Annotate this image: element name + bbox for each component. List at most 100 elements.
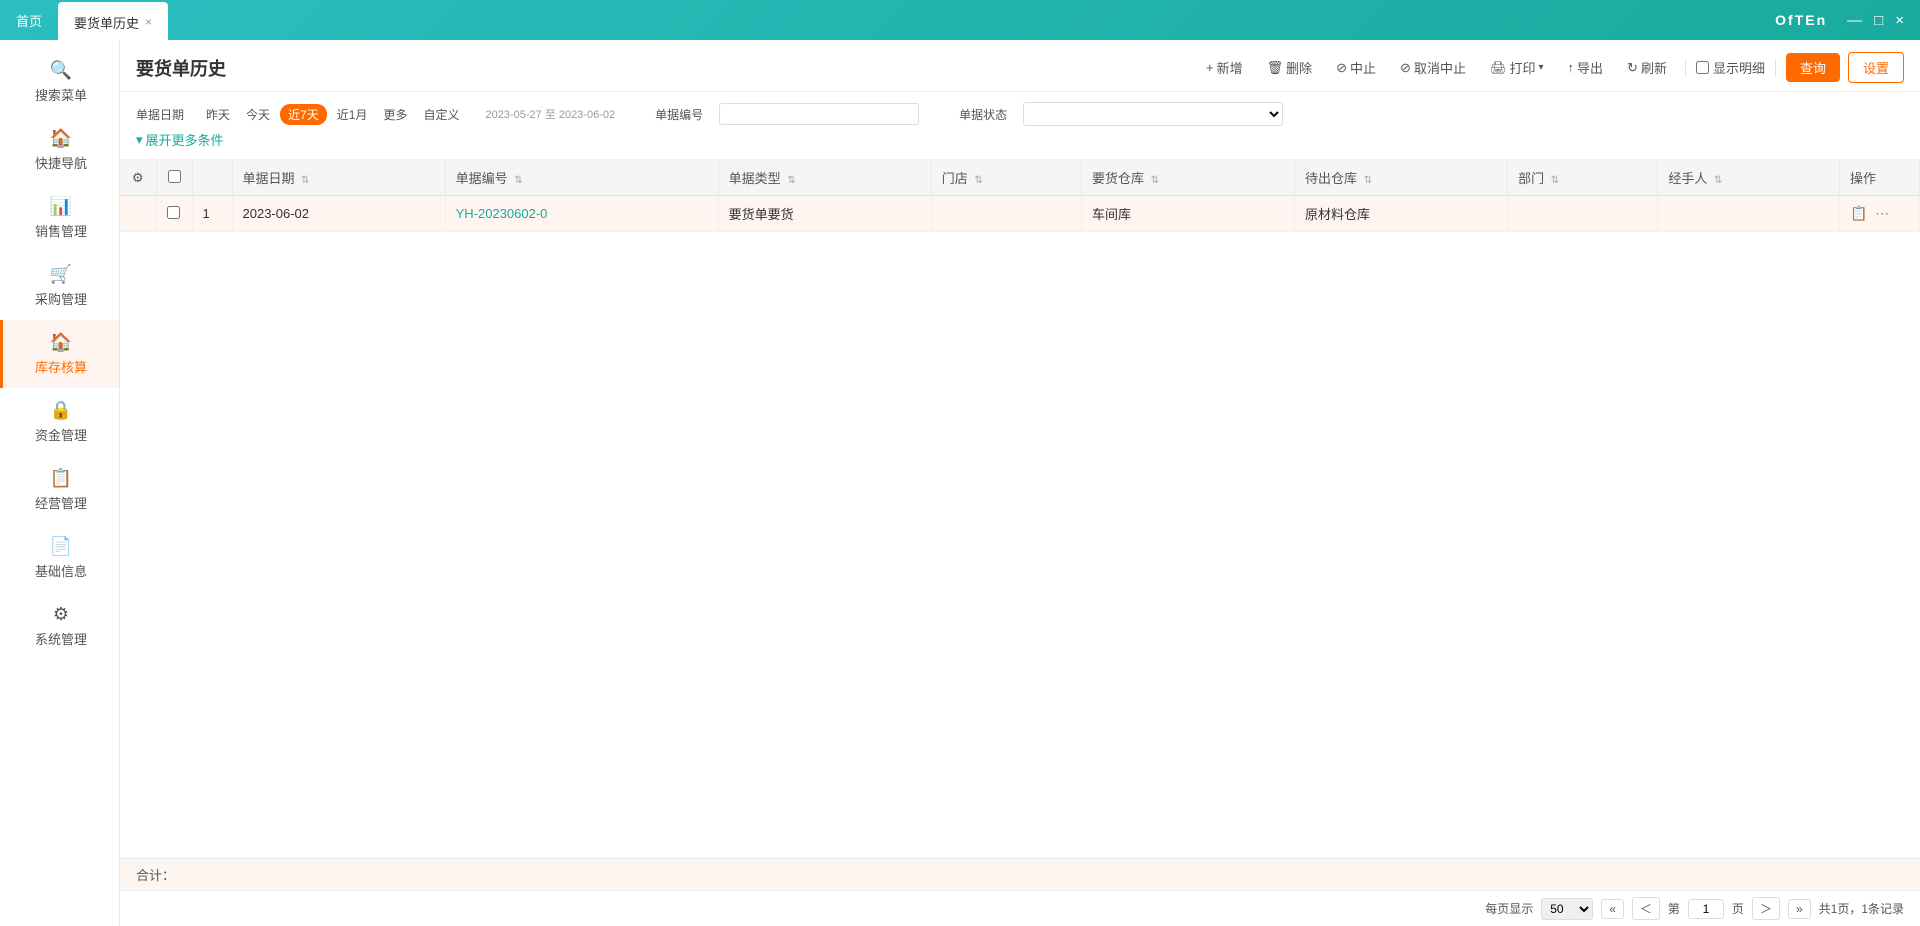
td-doc-type: 要货单要货	[718, 196, 931, 232]
op-more-icon[interactable]: ⋯	[1875, 205, 1889, 221]
lock-icon: 🔒	[50, 400, 72, 421]
status-select[interactable]	[1023, 102, 1283, 126]
th-settings[interactable]: ⚙	[120, 160, 156, 196]
sidebar-item-sales[interactable]: 📊 销售管理	[0, 184, 119, 252]
page-size-select[interactable]: 10 20 50 100	[1541, 898, 1593, 920]
th-doc-type[interactable]: 单据类型 ⇅	[718, 160, 931, 196]
page-size-label: 每页显示	[1485, 900, 1533, 917]
minimize-icon[interactable]: —	[1847, 12, 1862, 29]
th-department-label: 部门	[1518, 171, 1544, 186]
th-doc-no-label: 单据编号	[456, 171, 508, 186]
row-checkbox[interactable]	[167, 206, 180, 219]
total-info: 共1页，1条记录	[1819, 900, 1904, 917]
date-btn-custom[interactable]: 自定义	[417, 104, 465, 125]
first-page-button[interactable]: «	[1601, 899, 1624, 919]
delete-label: 删除	[1286, 58, 1312, 77]
th-rowno	[192, 160, 232, 196]
expand-more-conditions[interactable]: ▾ 展开更多条件	[136, 130, 1904, 149]
sidebar-item-purchase[interactable]: 🛒 采购管理	[0, 252, 119, 320]
chart-icon: 📊	[50, 196, 72, 217]
document-icon: 📄	[50, 536, 72, 557]
show-detail-label: 显示明细	[1696, 58, 1765, 77]
date-btn-today[interactable]: 今天	[240, 104, 276, 125]
page-header: 要货单历史 + 新增 🗑 删除 ⊘ 中止 ⊘ 取消中止	[120, 40, 1920, 92]
date-btn-last1month[interactable]: 近1月	[331, 104, 374, 125]
th-req-warehouse-label: 要货仓库	[1092, 171, 1144, 186]
td-doc-no: YH-20230602-0	[445, 196, 718, 232]
new-label: 新增	[1217, 58, 1243, 77]
select-all-checkbox[interactable]	[168, 170, 181, 183]
new-button[interactable]: + 新增	[1198, 54, 1251, 81]
sidebar-item-search[interactable]: 🔍 搜索菜单	[0, 48, 119, 116]
sidebar-item-search-label: 搜索菜单	[35, 85, 87, 104]
th-req-warehouse[interactable]: 要货仓库 ⇅	[1081, 160, 1294, 196]
summary-label: 合计：	[136, 865, 175, 884]
stop-button[interactable]: ⊘ 中止	[1328, 54, 1384, 81]
td-doc-date: 2023-06-02	[232, 196, 445, 232]
export-icon: ↑	[1568, 60, 1575, 75]
date-btn-last7days[interactable]: 近7天	[280, 104, 327, 125]
sort-req-wh-icon: ⇅	[1151, 175, 1159, 186]
sort-store-icon: ⇅	[974, 175, 982, 186]
cancel-stop-button[interactable]: ⊘ 取消中止	[1392, 54, 1474, 81]
cart-icon: 🛒	[50, 264, 72, 285]
op-view-icon[interactable]: 📋	[1850, 205, 1867, 221]
th-doc-date[interactable]: 单据日期 ⇅	[232, 160, 445, 196]
th-doc-no[interactable]: 单据编号 ⇅	[445, 160, 718, 196]
prev-page-button[interactable]: ＜	[1632, 897, 1660, 920]
td-req-warehouse: 车间库	[1081, 196, 1294, 232]
maximize-icon[interactable]: □	[1874, 12, 1883, 29]
show-detail-checkbox[interactable]	[1696, 61, 1709, 74]
settings-button[interactable]: 设置	[1848, 52, 1904, 83]
sidebar-item-inventory[interactable]: 🏠 库存核算	[0, 320, 119, 388]
print-arrow-icon: ▾	[1538, 62, 1543, 73]
refresh-button[interactable]: ↻ 刷新	[1619, 54, 1675, 81]
tab-home[interactable]: 首页	[0, 0, 58, 40]
sidebar-item-purchase-label: 采购管理	[35, 289, 87, 308]
page-input-prefix: 第	[1668, 900, 1680, 917]
next-page-button[interactable]: ＞	[1752, 897, 1780, 920]
print-button[interactable]: 🖨 打印 ▾	[1482, 54, 1552, 81]
td-pending-warehouse: 原材料仓库	[1295, 196, 1508, 232]
page-number-input[interactable]	[1688, 899, 1724, 919]
export-button[interactable]: ↑ 导出	[1560, 54, 1612, 81]
sidebar-item-basicinfo[interactable]: 📄 基础信息	[0, 524, 119, 592]
query-button[interactable]: 查询	[1786, 53, 1840, 82]
content-area: 要货单历史 + 新增 🗑 删除 ⊘ 中止 ⊘ 取消中止	[120, 40, 1920, 926]
th-store[interactable]: 门店 ⇅	[931, 160, 1081, 196]
home-icon: 🏠	[50, 128, 72, 149]
close-icon[interactable]: ×	[1895, 12, 1904, 29]
table-row: 1 2023-06-02 YH-20230602-0 要货单要货 车间库 原材料…	[120, 196, 1920, 232]
brand-text: OfTEn	[1775, 12, 1827, 28]
table-body: 1 2023-06-02 YH-20230602-0 要货单要货 车间库 原材料…	[120, 196, 1920, 232]
expand-label: 展开更多条件	[146, 130, 224, 149]
tab-requisition-history[interactable]: 要货单历史 ×	[58, 2, 168, 42]
sidebar-item-system[interactable]: ⚙ 系统管理	[0, 592, 119, 660]
last-page-button[interactable]: »	[1788, 899, 1811, 919]
delete-button[interactable]: 🗑 删除	[1259, 54, 1321, 81]
table-header-row: ⚙ 单据日期 ⇅ 单据编号 ⇅	[120, 160, 1920, 196]
doc-no-input[interactable]	[719, 103, 919, 125]
sidebar-item-finance-label: 资金管理	[35, 425, 87, 444]
table-area: ⚙ 单据日期 ⇅ 单据编号 ⇅	[120, 160, 1920, 858]
th-operations: 操作	[1840, 160, 1920, 196]
divider	[1685, 60, 1686, 76]
main-layout: 🔍 搜索菜单 🏠 快捷导航 📊 销售管理 🛒 采购管理 🏠 库存核算 🔒 资金管…	[0, 40, 1920, 926]
th-department[interactable]: 部门 ⇅	[1508, 160, 1658, 196]
print-icon: 🖨	[1490, 60, 1507, 76]
th-pending-warehouse[interactable]: 待出仓库 ⇅	[1295, 160, 1508, 196]
td-gear	[120, 196, 156, 232]
tab-close-icon[interactable]: ×	[145, 15, 152, 29]
th-operations-label: 操作	[1850, 171, 1876, 186]
doc-no-link[interactable]: YH-20230602-0	[456, 206, 548, 221]
date-btn-yesterday[interactable]: 昨天	[200, 104, 236, 125]
sidebar-item-finance[interactable]: 🔒 资金管理	[0, 388, 119, 456]
th-handler-label: 经手人	[1668, 171, 1707, 186]
th-handler[interactable]: 经手人 ⇅	[1658, 160, 1840, 196]
th-store-label: 门店	[942, 171, 968, 186]
sidebar-item-quicknav[interactable]: 🏠 快捷导航	[0, 116, 119, 184]
date-btn-more[interactable]: 更多	[377, 104, 413, 125]
td-handler	[1658, 196, 1840, 232]
table-settings-icon[interactable]: ⚙	[132, 170, 144, 185]
sidebar-item-operations[interactable]: 📋 经营管理	[0, 456, 119, 524]
